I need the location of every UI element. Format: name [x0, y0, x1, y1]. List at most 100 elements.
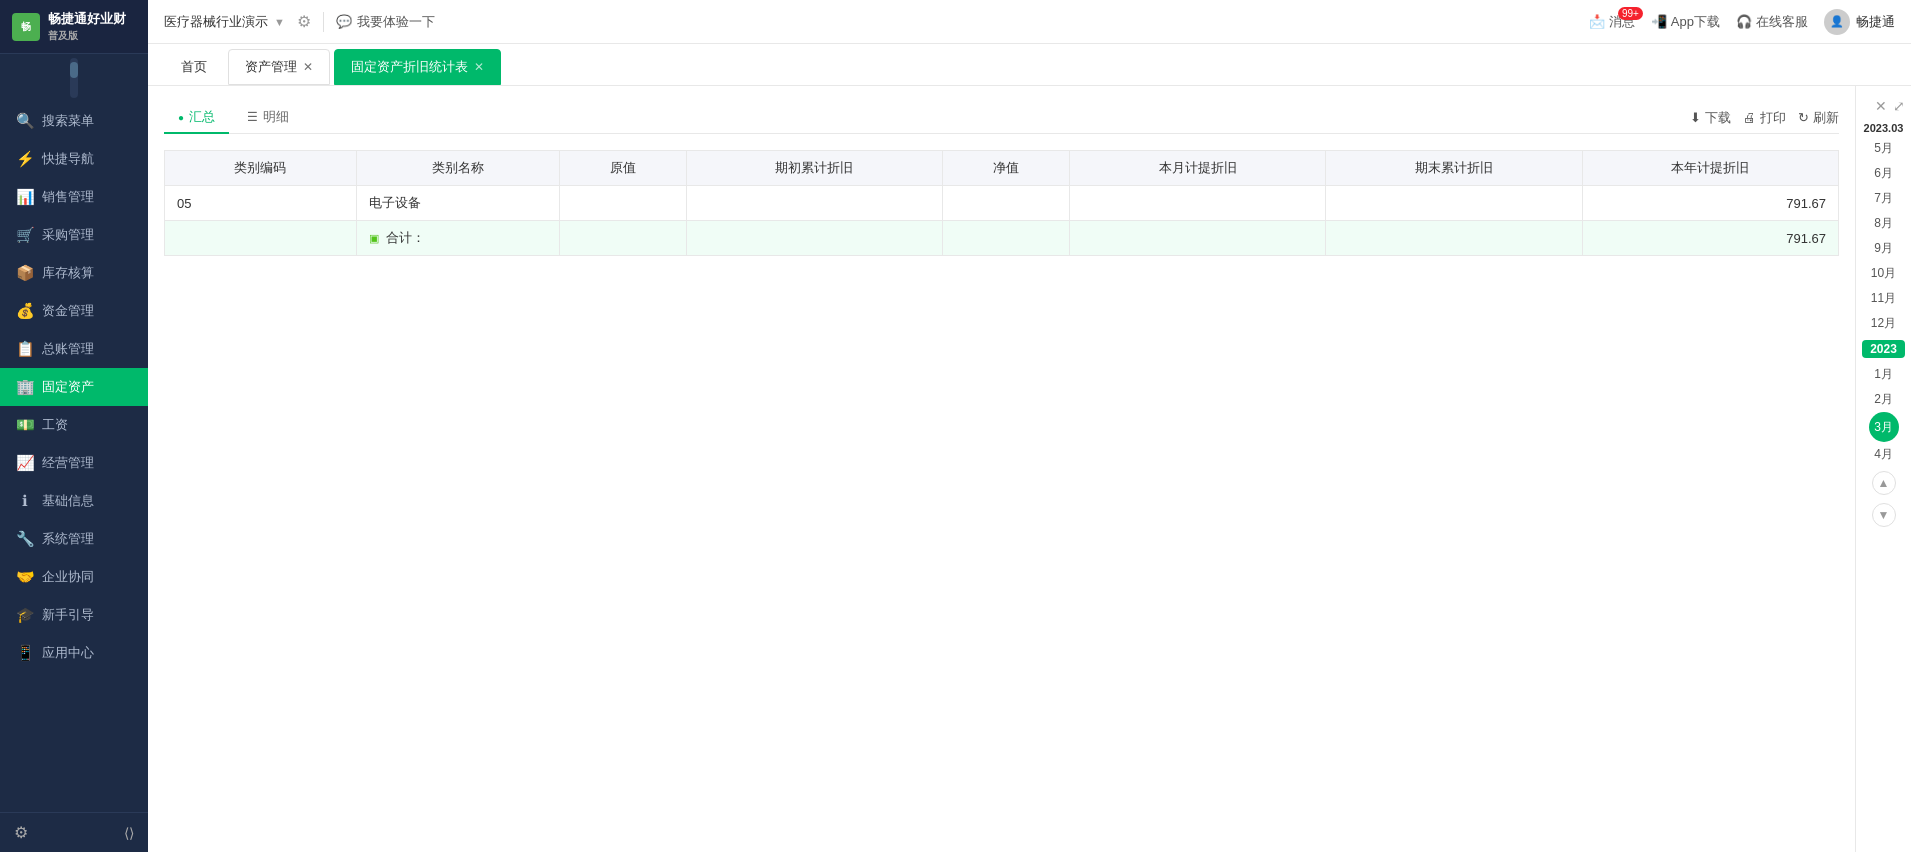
col-original: 原值	[559, 151, 686, 186]
sub-tab-summary-label: 汇总	[189, 108, 215, 126]
print-icon: 🖨	[1743, 110, 1756, 125]
sidebar-item-operations[interactable]: 📈 经营管理	[0, 444, 148, 482]
col-monthly-dep: 本月计提折旧	[1069, 151, 1325, 186]
sub-tabs-left: ● 汇总 ☰ 明细	[164, 102, 303, 133]
sidebar-item-ledger[interactable]: 📋 总账管理	[0, 330, 148, 368]
app-download-action[interactable]: 📲 App下载	[1651, 13, 1720, 31]
settings-icon[interactable]: ⚙	[14, 823, 28, 842]
sidebar-label-ledger: 总账管理	[42, 340, 94, 358]
month-10[interactable]: 10月	[1862, 261, 1906, 286]
topbar-right: 📩 消息 99+ 📲 App下载 🎧 在线客服 👤 畅捷通	[1589, 9, 1895, 35]
panel-up-button[interactable]: ▲	[1872, 471, 1896, 495]
depreciation-table: 类别编码 类别名称 原值 期初累计折旧 净值 本月计提折旧 期末累计折旧 本年计…	[164, 150, 1839, 256]
info-icon: ℹ	[16, 492, 34, 510]
sidebar-label-enterprise: 企业协同	[42, 568, 94, 586]
user-profile[interactable]: 👤 畅捷通	[1824, 9, 1895, 35]
month-3-active[interactable]: 3月	[1869, 412, 1899, 442]
app-name: 畅捷通好业财	[48, 10, 126, 28]
box-icon: 📦	[16, 264, 34, 282]
system-icon: 🔧	[16, 530, 34, 548]
sub-tab-detail[interactable]: ☰ 明细	[233, 102, 303, 134]
tab-asset-mgmt[interactable]: 资产管理 ✕	[228, 49, 330, 85]
online-service-label: 在线客服	[1756, 13, 1808, 31]
month-9[interactable]: 9月	[1862, 236, 1906, 261]
main-content: ● 汇总 ☰ 明细 ⬇ 下载 🖨 打印	[148, 86, 1855, 852]
online-service-action[interactable]: 🎧 在线客服	[1736, 13, 1808, 31]
user-name: 畅捷通	[1856, 13, 1895, 31]
month-4[interactable]: 4月	[1862, 442, 1906, 467]
month-8[interactable]: 8月	[1862, 211, 1906, 236]
close-fixed-assets-tab[interactable]: ✕	[474, 60, 484, 74]
sidebar-item-finance[interactable]: 💰 资金管理	[0, 292, 148, 330]
sidebar-item-app-center[interactable]: 📱 应用中心	[0, 634, 148, 672]
sidebar-item-basic-info[interactable]: ℹ 基础信息	[0, 482, 148, 520]
print-label: 打印	[1760, 109, 1786, 127]
settings-gear-icon[interactable]: ⚙	[297, 12, 311, 31]
company-selector[interactable]: 医疗器械行业演示 ▼	[164, 13, 285, 31]
month-6[interactable]: 6月	[1862, 161, 1906, 186]
summary-row: ▣ 合计： 791.67	[165, 221, 1839, 256]
row-original	[559, 186, 686, 221]
current-period-label: 2023.03	[1864, 122, 1904, 134]
month-1[interactable]: 1月	[1862, 362, 1906, 387]
sidebar-label-finance: 资金管理	[42, 302, 94, 320]
topbar: 医疗器械行业演示 ▼ ⚙ 💬 我要体验一下 📩 消息 99+ 📲 App下载 🎧…	[148, 0, 1911, 44]
tabs-bar: 首页 资产管理 ✕ 固定资产折旧统计表 ✕	[148, 44, 1911, 86]
sidebar-label-purchase: 采购管理	[42, 226, 94, 244]
search-icon: 🔍	[16, 112, 34, 130]
col-code: 类别编码	[165, 151, 357, 186]
sidebar-collapse-icon[interactable]: ⟨⟩	[124, 825, 134, 841]
panel-down-button[interactable]: ▼	[1872, 503, 1896, 527]
app-logo: 畅 畅捷通好业财 普及版	[0, 0, 148, 54]
expand-panel-icon[interactable]: ⤢	[1893, 98, 1905, 114]
sidebar-item-quick-nav[interactable]: ⚡ 快捷导航	[0, 140, 148, 178]
close-asset-mgmt-tab[interactable]: ✕	[303, 60, 313, 74]
flash-icon: ⚡	[16, 150, 34, 168]
sidebar-item-inventory[interactable]: 📦 库存核算	[0, 254, 148, 292]
summary-annual-dep: 791.67	[1582, 221, 1838, 256]
app-edition: 普及版	[48, 29, 126, 43]
tab-home[interactable]: 首页	[164, 49, 224, 85]
tab-fixed-assets-depreciation[interactable]: 固定资产折旧统计表 ✕	[334, 49, 501, 85]
month-11[interactable]: 11月	[1862, 286, 1906, 311]
sub-tabs: ● 汇总 ☰ 明细 ⬇ 下载 🖨 打印	[164, 102, 1839, 134]
sidebar-item-guide[interactable]: 🎓 新手引导	[0, 596, 148, 634]
year-2023-label[interactable]: 2023	[1862, 340, 1905, 358]
experience-button[interactable]: 💬 我要体验一下	[336, 13, 435, 31]
guide-icon: 🎓	[16, 606, 34, 624]
download-label: 下载	[1705, 109, 1731, 127]
sidebar-item-purchase[interactable]: 🛒 采购管理	[0, 216, 148, 254]
close-panel-icon[interactable]: ✕	[1875, 98, 1887, 114]
sidebar-item-payroll[interactable]: 💵 工资	[0, 406, 148, 444]
month-12[interactable]: 12月	[1862, 311, 1906, 336]
sidebar-item-enterprise[interactable]: 🤝 企业协同	[0, 558, 148, 596]
download-button[interactable]: ⬇ 下载	[1690, 109, 1731, 127]
sidebar-item-system[interactable]: 🔧 系统管理	[0, 520, 148, 558]
download-icon: 📲	[1651, 14, 1667, 29]
dropdown-icon: ▼	[274, 16, 285, 28]
company-name: 医疗器械行业演示	[164, 13, 268, 31]
sidebar-item-sales[interactable]: 📊 销售管理	[0, 178, 148, 216]
print-button[interactable]: 🖨 打印	[1743, 109, 1786, 127]
panel-header: ✕ ⤢	[1856, 94, 1911, 118]
sidebar-item-search[interactable]: 🔍 搜索菜单	[0, 102, 148, 140]
month-5[interactable]: 5月	[1862, 136, 1906, 161]
apps-icon: 📱	[16, 644, 34, 662]
refresh-button[interactable]: ↻ 刷新	[1798, 109, 1839, 127]
month-2[interactable]: 2月	[1862, 387, 1906, 412]
salary-icon: 💵	[16, 416, 34, 434]
date-panel: ✕ ⤢ 2023.03 5月 6月 7月 8月 9月 10月 11月 12月 2…	[1855, 86, 1911, 852]
summary-monthly-dep	[1069, 221, 1325, 256]
avatar: 👤	[1824, 9, 1850, 35]
sidebar-item-fixed-assets[interactable]: 🏢 固定资产	[0, 368, 148, 406]
sidebar-label-system: 系统管理	[42, 530, 94, 548]
sidebar-label-operations: 经营管理	[42, 454, 94, 472]
messages-action[interactable]: 📩 消息 99+	[1589, 13, 1635, 31]
col-name: 类别名称	[356, 151, 559, 186]
month-7[interactable]: 7月	[1862, 186, 1906, 211]
row-monthly-dep	[1069, 186, 1325, 221]
chart-icon: 📊	[16, 188, 34, 206]
download-arrow-icon: ⬇	[1690, 110, 1701, 125]
sub-tab-summary[interactable]: ● 汇总	[164, 102, 229, 134]
summary-original	[559, 221, 686, 256]
